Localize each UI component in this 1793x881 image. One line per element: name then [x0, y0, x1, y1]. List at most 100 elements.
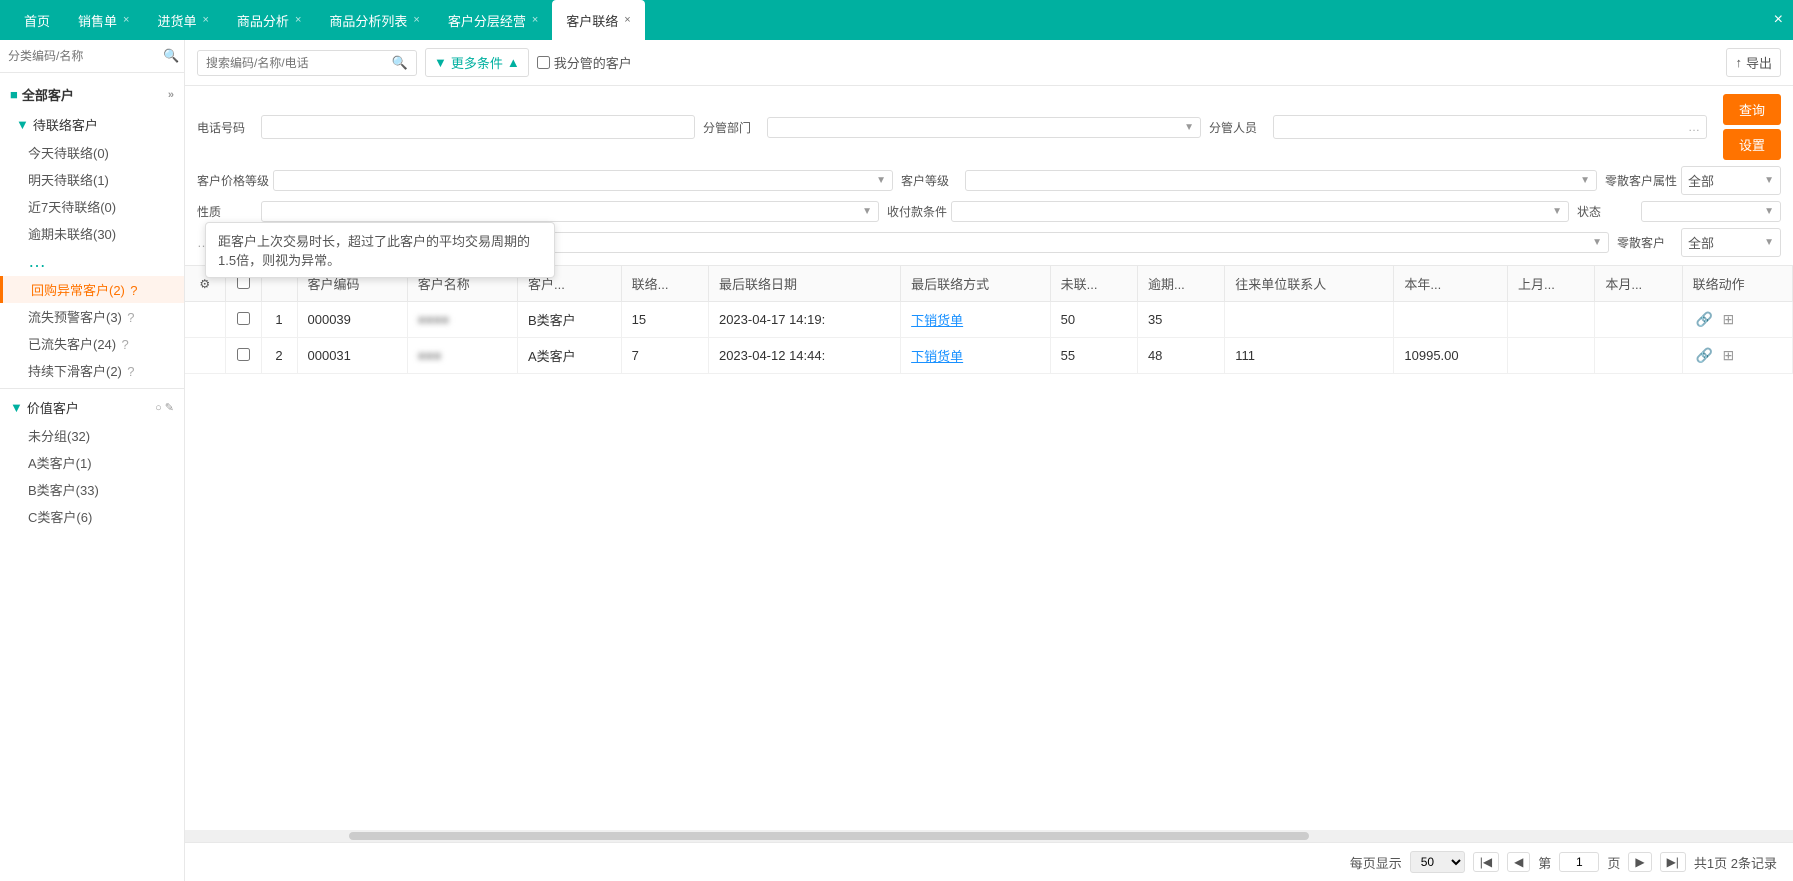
col-this-year[interactable]: 本年...	[1394, 266, 1508, 302]
sidebar-already-lost[interactable]: 已流失客户(24) ?	[0, 330, 184, 357]
nav-purchase[interactable]: 进货单 ×	[143, 0, 222, 40]
col-contact[interactable]: 联络...	[621, 266, 708, 302]
content-area: 🔍 ▼ 更多条件 ▲ 我分管的客户 ↑ 导出 电话号码	[185, 40, 1793, 881]
sidebar-overdue-contact[interactable]: 逾期未联络(30)	[0, 220, 184, 247]
filter-row-1: 电话号码 分管部门 ▼ 分管人员 …	[197, 94, 1781, 160]
pagination: 每页显示 50 20 100 |◀ ◀ 第 页 ▶ ▶| 共1页 2条记录	[185, 842, 1793, 881]
row2-overdue: 48	[1137, 338, 1224, 374]
row2-this-year: 10995.00	[1394, 338, 1508, 374]
nav-sales[interactable]: 销售单 ×	[64, 0, 143, 40]
export-btn[interactable]: ↑ 导出	[1726, 48, 1781, 77]
col-action: 联络动作	[1682, 266, 1792, 302]
close-window-btn[interactable]: ×	[1774, 11, 1783, 29]
nav-sales-close[interactable]: ×	[123, 14, 129, 26]
scroll-thumb[interactable]	[349, 832, 1309, 840]
row1-link-icon[interactable]: 🔗	[1696, 311, 1713, 327]
filter-gender: 性质 ▼	[197, 201, 879, 222]
filter-chevron-icon: ▲	[507, 55, 520, 70]
col-overdue[interactable]: 逾期...	[1137, 266, 1224, 302]
row1-checkbox[interactable]	[237, 312, 250, 325]
status-select[interactable]: ▼	[1641, 201, 1781, 222]
col-last-date[interactable]: 最后联络日期	[708, 266, 900, 302]
row2-link-icon[interactable]: 🔗	[1696, 347, 1713, 363]
col-last-method[interactable]: 最后联络方式	[901, 266, 1051, 302]
nav-customer-contact[interactable]: 客户联络 ×	[552, 0, 644, 40]
retail-attr-select[interactable]: 全部 ▼	[1681, 166, 1781, 195]
sidebar-7day-pending[interactable]: 近7天待联络(0)	[0, 193, 184, 220]
sidebar-a-class[interactable]: A类客户(1)	[0, 449, 184, 476]
gender-label: 性质	[197, 203, 257, 220]
nav-product-analysis[interactable]: 商品分析 ×	[223, 0, 315, 40]
col-this-month[interactable]: 本月...	[1595, 266, 1682, 302]
search-input[interactable]	[206, 56, 392, 70]
manager-more-icon[interactable]: …	[1688, 120, 1700, 134]
row1-code: 000039	[297, 302, 407, 338]
sidebar-b-class[interactable]: B类客户(33)	[0, 476, 184, 503]
row1-grid-icon[interactable]: ⊞	[1722, 311, 1734, 327]
sidebar-continuous-down[interactable]: 持续下滑客户(2) ?	[0, 357, 184, 384]
settings-btn[interactable]: 设置	[1723, 129, 1781, 160]
col-last-month[interactable]: 上月...	[1508, 266, 1595, 302]
gender-select[interactable]: ▼	[261, 201, 879, 222]
my-customer-checkbox[interactable]	[537, 56, 550, 69]
prev-page-btn[interactable]: ◀	[1507, 852, 1530, 872]
retail-customer-arrow: ▼	[1764, 237, 1774, 248]
retail-customer-select[interactable]: 全部 ▼	[1681, 228, 1781, 257]
nav-product-list-close[interactable]: ×	[413, 14, 419, 26]
first-page-btn[interactable]: |◀	[1473, 852, 1499, 872]
row1-last-date: 2023-04-17 14:19:	[708, 302, 900, 338]
nav-customer-tier-close[interactable]: ×	[532, 14, 538, 26]
row2-name: ■■■	[407, 338, 517, 374]
sidebar-pending-contact[interactable]: ▼ 待联络客户	[0, 110, 184, 139]
sidebar-lost-risk[interactable]: 流失预警客户(3) ?	[0, 303, 184, 330]
search-box: 🔍	[197, 50, 417, 76]
sidebar-unassigned[interactable]: 未分组(32)	[0, 422, 184, 449]
row2-last-date: 2023-04-12 14:44:	[708, 338, 900, 374]
sidebar-all-customers-header[interactable]: ■ 全部客户 »	[0, 79, 184, 110]
row2-last-month	[1508, 338, 1595, 374]
sidebar-tomorrow-pending[interactable]: 明天待联络(1)	[0, 166, 184, 193]
row2-num: 2	[261, 338, 297, 374]
table-row: 2 000031 ■■■ A类客户 7	[185, 338, 1793, 374]
horizontal-scrollbar[interactable]	[185, 830, 1793, 842]
row2-grid-icon[interactable]: ⊞	[1722, 347, 1734, 363]
payment-select[interactable]: ▼	[951, 201, 1569, 222]
sidebar-repurchase-abnormal[interactable]: 回购异常客户(2) ?	[0, 276, 184, 303]
sidebar-value-customer-group[interactable]: ▼ 价值客户 ○ ✎	[0, 393, 184, 422]
nav-product-analysis-close[interactable]: ×	[295, 14, 301, 26]
nav-home[interactable]: 首页	[10, 0, 64, 40]
nav-customer-contact-close[interactable]: ×	[624, 14, 630, 26]
col-uncontacted[interactable]: 未联...	[1050, 266, 1137, 302]
filter-manager: 分管人员 …	[1209, 115, 1707, 139]
row2-checkbox[interactable]	[237, 348, 250, 361]
phone-input[interactable]	[261, 115, 695, 139]
sidebar-collapse-icon[interactable]: »	[168, 89, 174, 101]
more-filter-btn[interactable]: ▼ 更多条件 ▲	[425, 48, 529, 77]
more-items-btn[interactable]: …	[28, 251, 46, 272]
sidebar-search-input[interactable]	[8, 49, 163, 63]
sidebar-search-box: 🔍	[0, 40, 184, 73]
page-size-select[interactable]: 50 20 100	[1410, 851, 1465, 873]
row1-last-method: 下销货单	[901, 302, 1051, 338]
sidebar: 🔍 ■ 全部客户 » ▼ 待联络客户 今天待联络(0) 明天待联络(1) 近7天…	[0, 40, 185, 881]
row2-gear-cell	[185, 338, 225, 374]
last-page-btn[interactable]: ▶|	[1660, 852, 1686, 872]
next-page-btn[interactable]: ▶	[1628, 852, 1651, 872]
sidebar-c-class[interactable]: C类客户(6)	[0, 503, 184, 530]
sidebar-search-icon[interactable]: 🔍	[163, 48, 179, 64]
nav-purchase-close[interactable]: ×	[202, 14, 208, 26]
sidebar-today-pending[interactable]: 今天待联络(0)	[0, 139, 184, 166]
query-btn[interactable]: 查询	[1723, 94, 1781, 125]
nav-customer-tier[interactable]: 客户分层经营 ×	[434, 0, 552, 40]
manager-select[interactable]: …	[1273, 115, 1707, 139]
price-level-label: 客户价格等级	[197, 172, 269, 189]
nav-product-list[interactable]: 商品分析列表 ×	[315, 0, 433, 40]
edit-group-icon[interactable]: ○ ✎	[155, 401, 174, 414]
toolbar: 🔍 ▼ 更多条件 ▲ 我分管的客户 ↑ 导出	[185, 40, 1793, 86]
filter-price-level: 客户价格等级 ▼	[197, 170, 893, 191]
department-select[interactable]: ▼	[767, 117, 1201, 138]
page-number-input[interactable]	[1559, 852, 1599, 872]
price-level-select[interactable]: ▼	[273, 170, 893, 191]
customer-level-select[interactable]: ▼	[965, 170, 1597, 191]
search-icon[interactable]: 🔍	[392, 55, 408, 71]
